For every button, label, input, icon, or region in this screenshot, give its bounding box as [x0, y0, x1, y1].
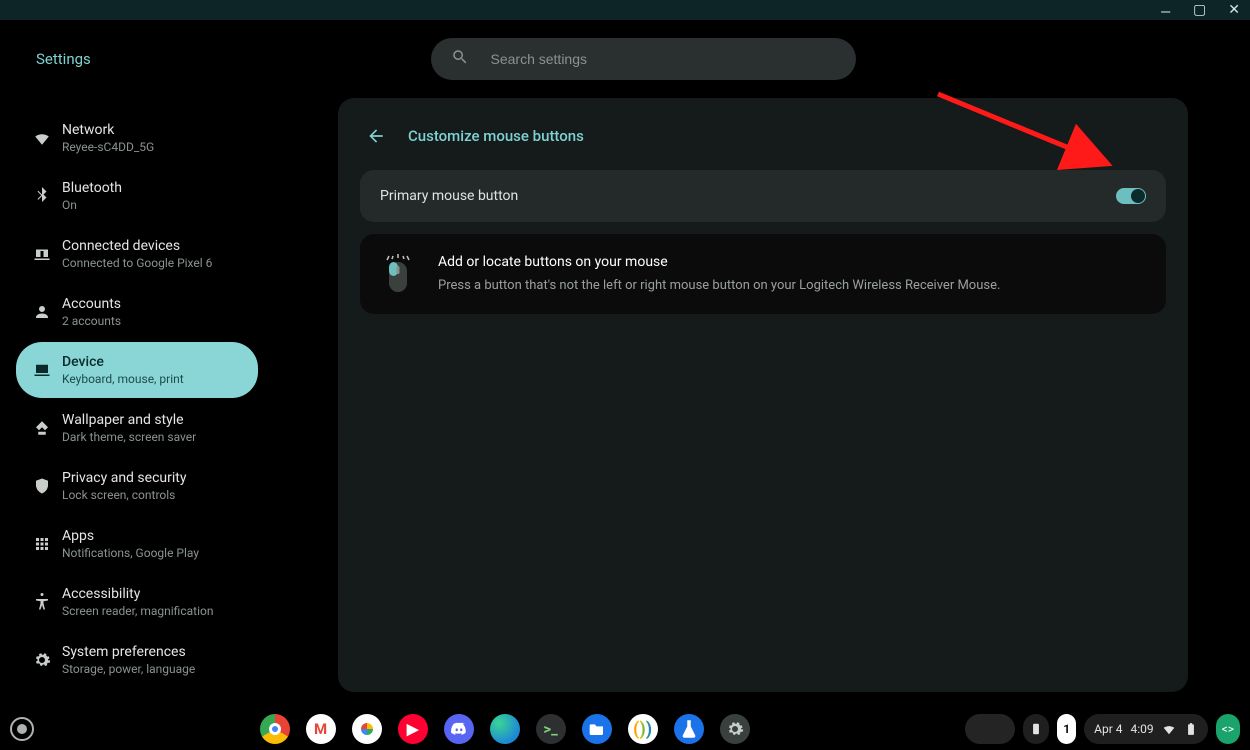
mouse-icon	[380, 254, 416, 294]
sidebar-item-device[interactable]: Device Keyboard, mouse, print	[16, 342, 258, 398]
search-input[interactable]	[491, 51, 836, 67]
settings-sidebar: Network Reyee-sC4DD_5G Bluetooth On Connec…	[8, 98, 258, 692]
sidebar-item-label: Device	[62, 354, 184, 370]
locate-buttons-card: Add or locate buttons on your mouse Pres…	[360, 234, 1166, 314]
chrome-icon[interactable]	[260, 714, 290, 744]
sidebar-item-wallpaper[interactable]: Wallpaper and style Dark theme, screen sa…	[16, 400, 258, 456]
sidebar-item-sub: Reyee-sC4DD_5G	[62, 140, 154, 154]
sidebar-item-label: Network	[62, 122, 154, 138]
status-tray[interactable]: Apr 4 4:09	[1084, 714, 1208, 744]
accessibility-icon	[26, 593, 58, 611]
sidebar-item-privacy[interactable]: Privacy and security Lock screen, control…	[16, 458, 258, 514]
sidebar-item-sub: Screen reader, magnification	[62, 604, 213, 618]
bluetooth-icon	[26, 187, 58, 205]
account-icon	[26, 303, 58, 321]
maximize-button[interactable]: ▢	[1193, 3, 1206, 17]
primary-mouse-button-label: Primary mouse button	[380, 188, 518, 204]
grid-icon	[26, 535, 58, 553]
sidebar-item-system-preferences[interactable]: System preferences Storage, power, langua…	[16, 632, 258, 688]
tray-time: 4:09	[1130, 722, 1153, 736]
locate-card-title: Add or locate buttons on your mouse	[438, 254, 1000, 270]
discord-icon[interactable]	[444, 714, 474, 744]
sidebar-item-network[interactable]: Network Reyee-sC4DD_5G	[16, 110, 258, 166]
sidebar-item-label: Accounts	[62, 296, 121, 312]
primary-mouse-button-row: Primary mouse button	[360, 170, 1166, 222]
photos-icon[interactable]	[352, 714, 382, 744]
panel-title: Customize mouse buttons	[408, 127, 584, 145]
shelf-tray: 1 Apr 4 4:09 <>	[965, 714, 1240, 744]
sidebar-item-sub: Lock screen, controls	[62, 488, 186, 502]
sidebar-item-label: Apps	[62, 528, 199, 544]
sidebar-item-bluetooth[interactable]: Bluetooth On	[16, 168, 258, 224]
sidebar-item-label: Accessibility	[62, 586, 213, 602]
sidebar-item-label: Privacy and security	[62, 470, 186, 486]
sidebar-item-label: Connected devices	[62, 238, 212, 254]
shelf: M ▶ >_ ()) 1 Apr 4 4:09 <>	[0, 708, 1250, 750]
primary-mouse-button-toggle[interactable]	[1116, 188, 1146, 204]
paint-icon	[26, 419, 58, 437]
sidebar-item-label: Bluetooth	[62, 180, 122, 196]
dev-mode-icon[interactable]: <>	[1216, 714, 1240, 744]
sidebar-item-sub: Dark theme, screen saver	[62, 430, 196, 444]
sidebar-item-accounts[interactable]: Accounts 2 accounts	[16, 284, 258, 340]
gear-icon	[26, 651, 58, 669]
launcher-button[interactable]	[10, 717, 34, 741]
sidebar-item-accessibility[interactable]: Accessibility Screen reader, magnificatio…	[16, 574, 258, 630]
sidebar-item-sub: 2 accounts	[62, 314, 121, 328]
sidebar-item-apps[interactable]: Apps Notifications, Google Play	[16, 516, 258, 572]
battery-status-icon	[1184, 722, 1198, 736]
files-icon[interactable]	[582, 714, 612, 744]
sidebar-item-label: Wallpaper and style	[62, 412, 196, 428]
sidebar-item-sub: Keyboard, mouse, print	[62, 372, 184, 386]
phone-hub-icon[interactable]	[1023, 714, 1049, 744]
wifi-status-icon	[1162, 722, 1176, 736]
locate-card-description: Press a button that's not the left or ri…	[438, 278, 1000, 293]
terminal-icon[interactable]: >_	[536, 714, 566, 744]
shelf-apps: M ▶ >_ ())	[44, 714, 965, 744]
minimize-button[interactable]: —	[1160, 6, 1171, 20]
sidebar-item-sub: Connected to Google Pixel 6	[62, 256, 212, 270]
notifications-icon[interactable]: 1	[1057, 714, 1076, 744]
sidebar-item-connected-devices[interactable]: Connected devices Connected to Google Pix…	[16, 226, 258, 282]
tray-date: Apr 4	[1094, 722, 1122, 736]
gmail-icon[interactable]: M	[306, 714, 336, 744]
wifi-icon	[26, 129, 58, 147]
app-header: Settings	[0, 20, 1250, 98]
devices-icon	[26, 245, 58, 263]
youtube-icon[interactable]: ▶	[398, 714, 428, 744]
labs-icon[interactable]	[674, 714, 704, 744]
window-titlebar: — ▢ ✕	[0, 0, 1250, 20]
sidebar-item-label: System preferences	[62, 644, 195, 660]
settings-panel: Customize mouse buttons Primary mouse bu…	[338, 98, 1188, 692]
tray-preview[interactable]	[965, 714, 1015, 744]
sidebar-item-sub: On	[62, 198, 122, 212]
edge-icon[interactable]	[490, 714, 520, 744]
back-button[interactable]	[362, 122, 390, 150]
page-title: Settings	[36, 50, 316, 68]
app-icon[interactable]: ())	[628, 714, 658, 744]
shield-icon	[26, 477, 58, 495]
settings-icon[interactable]	[720, 714, 750, 744]
search-icon	[451, 48, 491, 70]
sidebar-item-sub: Notifications, Google Play	[62, 546, 199, 560]
sidebar-item-sub: Storage, power, language	[62, 662, 195, 676]
search-bar[interactable]	[431, 38, 856, 80]
laptop-icon	[26, 361, 58, 379]
close-button[interactable]: ✕	[1228, 3, 1240, 17]
